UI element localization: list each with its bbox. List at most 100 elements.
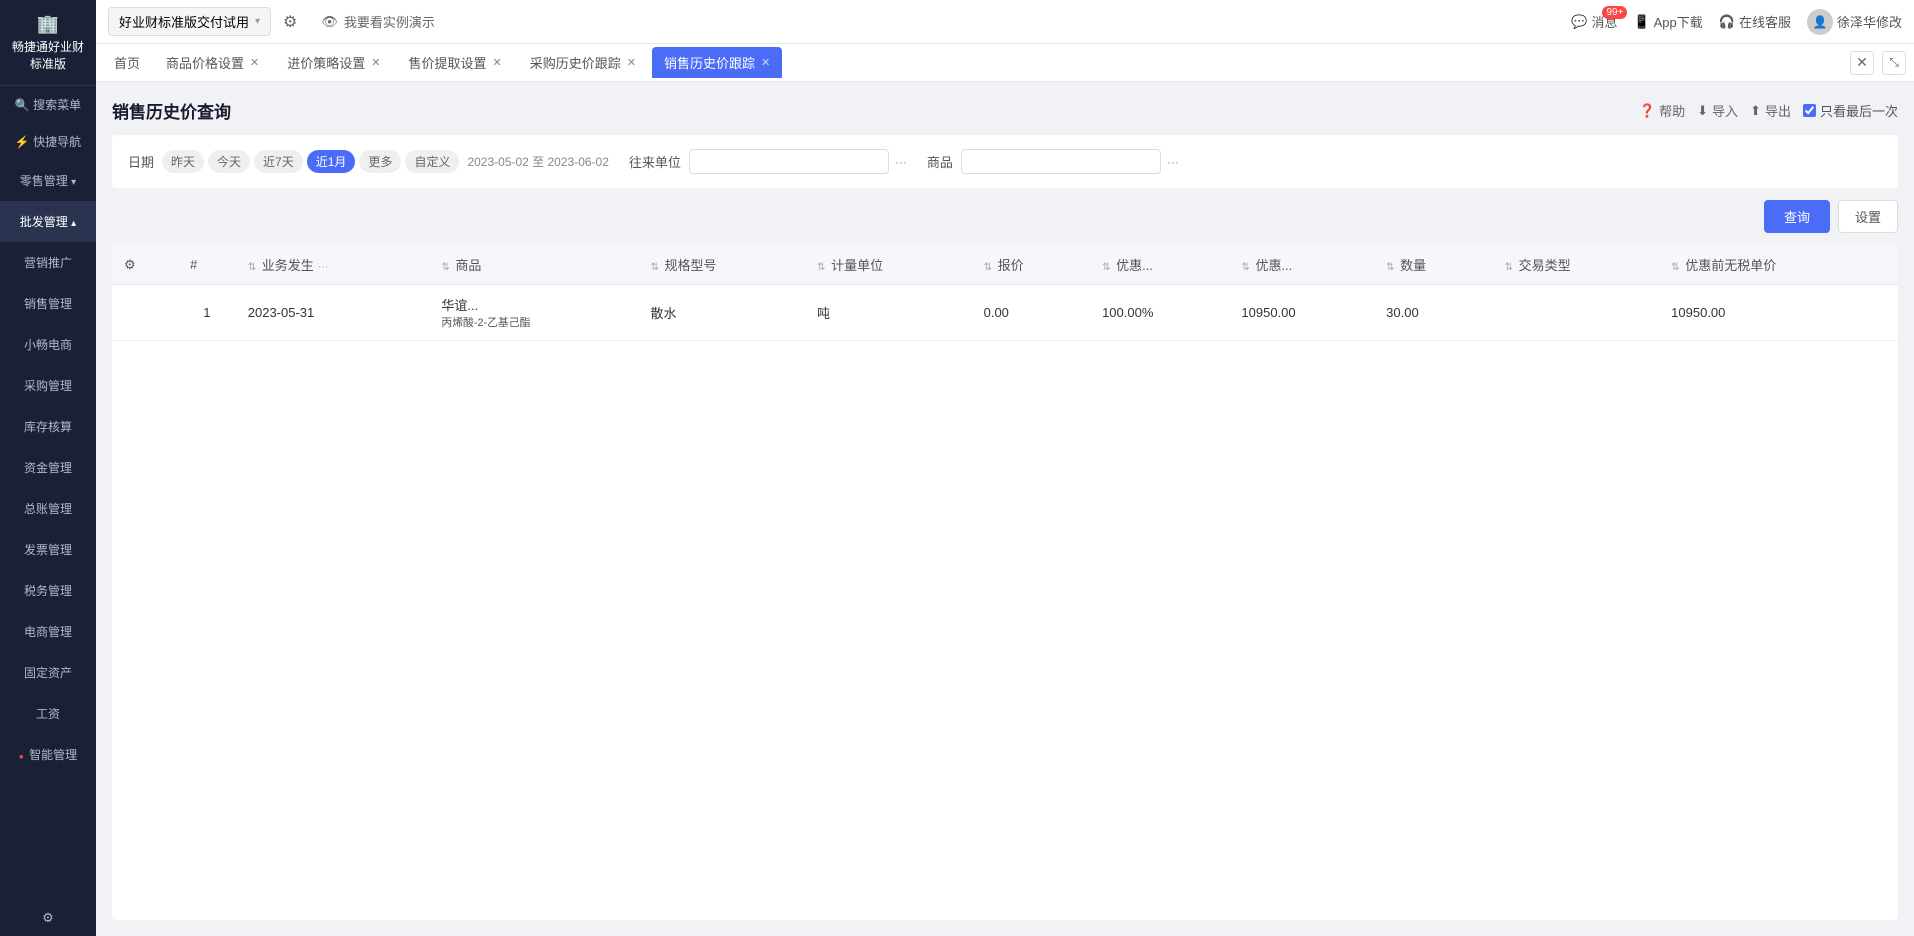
tab-price-close[interactable]: ✕ — [250, 56, 259, 69]
product-input-group: ··· — [961, 149, 1179, 174]
col-discount-pct-label: 优惠... — [1116, 258, 1153, 273]
sidebar-item-tax[interactable]: 税务管理 — [0, 570, 96, 611]
sidebar-item-finance[interactable]: 资金管理 — [0, 447, 96, 488]
sidebar-item-wholesale[interactable]: 批发管理 ▴ — [0, 201, 96, 242]
col-transaction-type[interactable]: ⇅ 交易类型 — [1493, 245, 1660, 285]
demo-btn[interactable]: 👁 我要看实例演示 — [321, 12, 435, 31]
help-label: 帮助 — [1659, 101, 1685, 120]
col-settings[interactable]: ⚙ — [112, 245, 178, 285]
sidebar-item-marketing[interactable]: 营销推广 — [0, 242, 96, 283]
date-btn-last7[interactable]: 近7天 — [254, 150, 303, 173]
sidebar-item-smart[interactable]: ● 智能管理 — [0, 734, 96, 775]
col-unit[interactable]: ⇅ 计量单位 — [805, 245, 972, 285]
col-price[interactable]: ⇅ 报价 — [972, 245, 1090, 285]
cell-discount-amt: 10950.00 — [1229, 285, 1374, 341]
col-spec[interactable]: ⇅ 规格型号 — [638, 245, 805, 285]
col-discount-amt[interactable]: ⇅ 优惠... — [1229, 245, 1374, 285]
window-maximize-btn[interactable]: ⤡ — [1882, 51, 1906, 75]
tab-sell-extract[interactable]: 售价提取设置 ✕ — [396, 47, 513, 78]
tab-purchase-history[interactable]: 采购历史价跟踪 ✕ — [518, 47, 648, 78]
last-only-checkbox[interactable] — [1803, 104, 1816, 117]
tab-sales-history[interactable]: 销售历史价跟踪 ✕ — [652, 47, 782, 78]
col-spec-label: 规格型号 — [665, 258, 717, 273]
tab-purchase-history-label: 采购历史价跟踪 — [530, 53, 621, 72]
col-transaction-type-label: 交易类型 — [1519, 258, 1571, 273]
last-only-checkbox-label[interactable]: 只看最后一次 — [1803, 101, 1898, 120]
col-business-date-label: 业务发生 — [262, 258, 314, 273]
tab-purchase-strategy-close[interactable]: ✕ — [371, 56, 380, 69]
sidebar-item-sales[interactable]: 销售管理 — [0, 283, 96, 324]
sort-icon-product: ⇅ — [441, 262, 449, 273]
main-area: 好业财标准版交付试用 ▾ ⚙ 👁 我要看实例演示 💬 消息 99+ 📱 App下… — [96, 0, 1914, 936]
sidebar-item-ecommerce-small[interactable]: 小畅电商 — [0, 324, 96, 365]
online-service-btn[interactable]: 🎧 在线客服 — [1719, 12, 1791, 31]
sidebar-logo: 🏢 畅捷通好业财 标准版 — [0, 0, 96, 86]
topbar: 好业财标准版交付试用 ▾ ⚙ 👁 我要看实例演示 💬 消息 99+ 📱 App下… — [96, 0, 1914, 44]
tab-sell-extract-close[interactable]: ✕ — [493, 56, 502, 69]
user-profile-btn[interactable]: 👤 徐泽华修改 — [1807, 9, 1902, 35]
tab-purchase-history-close[interactable]: ✕ — [627, 56, 636, 69]
sidebar-item-purchase[interactable]: 采购管理 — [0, 365, 96, 406]
topbar-settings-icon[interactable]: ⚙ — [283, 12, 297, 32]
col-quantity[interactable]: ⇅ 数量 — [1374, 245, 1492, 285]
col-discount-pct[interactable]: ⇅ 优惠... — [1090, 245, 1229, 285]
product-input[interactable] — [961, 149, 1161, 174]
date-btn-today[interactable]: 今天 — [208, 150, 250, 173]
topbar-right: 💬 消息 99+ 📱 App下载 🎧 在线客服 👤 徐泽华修改 — [1571, 9, 1902, 35]
tab-sales-history-label: 销售历史价跟踪 — [664, 53, 755, 72]
col-discount-amt-label: 优惠... — [1255, 258, 1292, 273]
sidebar-quicknav[interactable]: ⚡ 快捷导航 — [0, 123, 96, 160]
user-name: 徐泽华修改 — [1837, 12, 1902, 31]
headphone-icon: 🎧 — [1719, 14, 1735, 30]
sidebar-item-retail[interactable]: 零售管理 ▾ — [0, 160, 96, 201]
sidebar-item-ledger[interactable]: 总账管理 — [0, 488, 96, 529]
export-btn[interactable]: ⬆ 导出 — [1750, 101, 1791, 120]
data-table: ⚙ # ⇅ 业务发生 ··· ⇅ 商品 ⇅ — [112, 245, 1898, 341]
tab-home[interactable]: 首页 — [104, 47, 150, 78]
sidebar-item-tax-label: 税务管理 — [24, 584, 72, 598]
sidebar-bottom-settings[interactable]: ⚙ — [0, 900, 96, 936]
partner-input[interactable] — [689, 149, 889, 174]
import-btn[interactable]: ⬇ 导入 — [1697, 101, 1738, 120]
demo-icon: 👁 — [321, 14, 338, 30]
date-btn-more[interactable]: 更多 — [359, 150, 401, 173]
cell-product: 华谊...丙烯酸-2-乙基己酯 — [429, 285, 638, 341]
sidebar-item-inventory[interactable]: 库存核算 — [0, 406, 96, 447]
sidebar-item-salary[interactable]: 工资 — [0, 693, 96, 734]
import-icon: ⬇ — [1697, 103, 1708, 119]
sidebar-item-fixed-assets-label: 固定资产 — [24, 666, 72, 680]
logo-icon: 🏢 — [8, 12, 88, 37]
avatar: 👤 — [1807, 9, 1833, 35]
tab-sell-extract-label: 售价提取设置 — [408, 53, 486, 72]
sidebar-item-fixed-assets[interactable]: 固定资产 — [0, 652, 96, 693]
settings-btn[interactable]: 设置 — [1838, 200, 1898, 233]
product-selector[interactable]: 好业财标准版交付试用 ▾ — [108, 7, 271, 36]
col-more-icon[interactable]: ··· — [317, 261, 328, 273]
tab-purchase-strategy[interactable]: 进价策略设置 ✕ — [275, 47, 392, 78]
col-product[interactable]: ⇅ 商品 — [429, 245, 638, 285]
col-pretax-price[interactable]: ⇅ 优惠前无税单价 — [1659, 245, 1898, 285]
window-close-btn[interactable]: ✕ — [1850, 51, 1874, 75]
date-btn-yesterday[interactable]: 昨天 — [162, 150, 204, 173]
sidebar-item-ecommerce[interactable]: 电商管理 — [0, 611, 96, 652]
help-btn[interactable]: ❓ 帮助 — [1639, 101, 1685, 120]
tabbar-actions: ✕ ⤡ — [1850, 51, 1906, 75]
app-download-btn[interactable]: 📱 App下载 — [1633, 12, 1702, 31]
sidebar-item-ecommerce-label: 电商管理 — [24, 625, 72, 639]
tab-price[interactable]: 商品价格设置 ✕ — [154, 47, 271, 78]
messages-btn[interactable]: 💬 消息 99+ — [1571, 12, 1617, 31]
demo-label: 我要看实例演示 — [344, 12, 435, 31]
sort-icon-unit: ⇅ — [817, 262, 825, 273]
col-business-date[interactable]: ⇅ 业务发生 ··· — [236, 245, 430, 285]
date-buttons: 昨天 今天 近7天 近1月 更多 自定义 — [162, 150, 459, 173]
product-more-btn[interactable]: ··· — [1167, 155, 1179, 169]
date-btn-custom[interactable]: 自定义 — [405, 150, 459, 173]
sidebar-item-ledger-label: 总账管理 — [24, 502, 72, 516]
query-btn[interactable]: 查询 — [1764, 200, 1830, 233]
date-btn-last1month[interactable]: 近1月 — [307, 150, 356, 173]
sidebar-search[interactable]: 🔍 搜索菜单 — [0, 86, 96, 123]
tab-sales-history-close[interactable]: ✕ — [761, 56, 770, 69]
sidebar-item-invoice[interactable]: 发票管理 — [0, 529, 96, 570]
partner-more-btn[interactable]: ··· — [895, 155, 907, 169]
col-num: # — [178, 245, 236, 285]
